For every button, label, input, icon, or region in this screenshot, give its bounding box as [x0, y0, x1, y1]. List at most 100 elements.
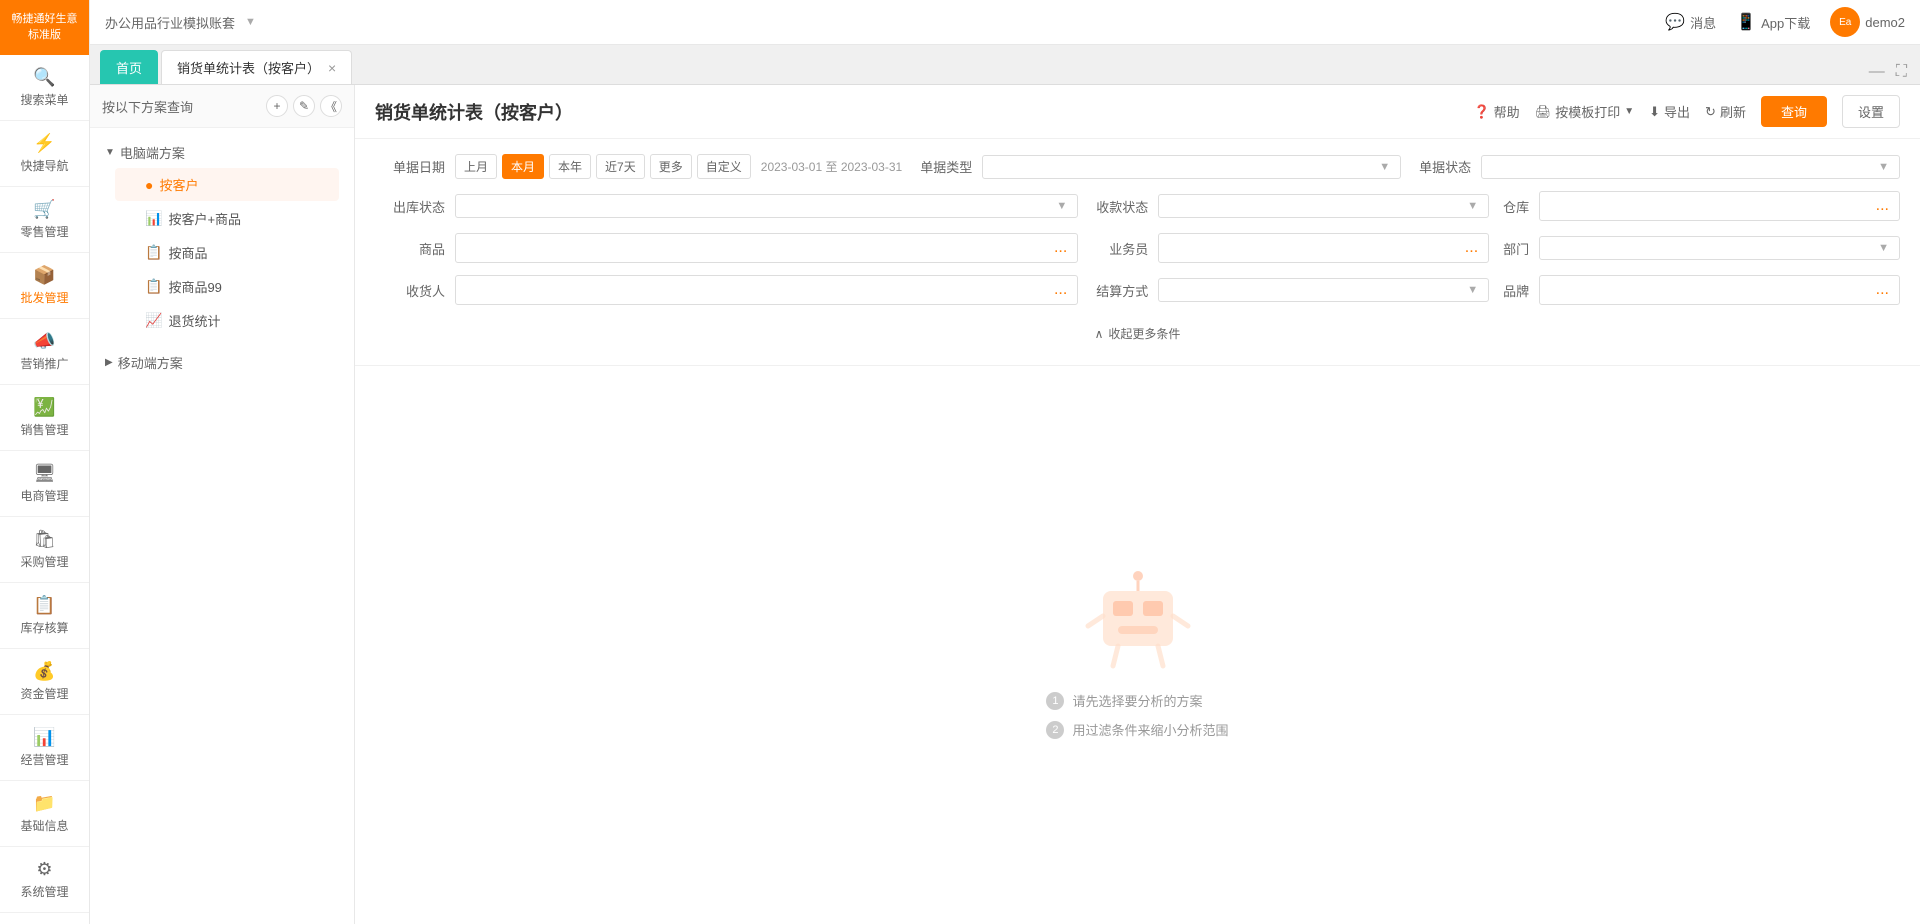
tip-2-text: 用过滤条件来缩小分析范围	[1072, 720, 1228, 739]
date-btn-this-year[interactable]: 本年	[549, 154, 591, 179]
tab-bar: 首页 销货单统计表（按客户） × — ⛶	[90, 45, 1920, 85]
product-dots[interactable]: ...	[1054, 239, 1067, 257]
out-status-dropdown-icon: ▼	[1056, 200, 1067, 212]
warehouse-select[interactable]: ...	[1539, 191, 1900, 221]
tree-item-return-stats[interactable]: 📈 退货统计	[115, 304, 339, 337]
settlement-label: 结算方式	[1088, 281, 1148, 300]
sidebar-item-retail[interactable]: 🛒 零售管理	[0, 187, 89, 253]
logo-text: 畅捷通好生意 标准版	[12, 12, 78, 43]
brand-select[interactable]: ...	[1539, 275, 1900, 305]
salesperson-select[interactable]: ...	[1158, 233, 1489, 263]
date-range-text: 2023-03-01 至 2023-03-31	[761, 158, 902, 175]
payment-status-label: 收款状态	[1088, 197, 1148, 216]
retail-icon: 🛒	[33, 199, 55, 220]
sidebar-item-basic[interactable]: 📁 基础信息	[0, 781, 89, 847]
tree-mobile-arrow-icon: ▶	[105, 357, 113, 368]
user-area[interactable]: Ea demo2	[1830, 7, 1905, 37]
tree-item-by-product[interactable]: 📋 按商品	[115, 236, 339, 269]
date-btn-last-month[interactable]: 上月	[455, 154, 497, 179]
tree-item-by-product-99[interactable]: 📋 按商品99	[115, 270, 339, 303]
basic-icon: 📁	[33, 793, 55, 814]
salesperson-dots[interactable]: ...	[1465, 239, 1478, 257]
sidebar-item-wholesale[interactable]: 📦 批发管理	[0, 253, 89, 319]
collapse-panel-btn[interactable]: 《	[320, 95, 342, 117]
salesperson-label: 业务员	[1088, 239, 1148, 258]
settlement-select[interactable]: ▼	[1158, 278, 1489, 302]
doc-type-label: 单据类型	[912, 157, 972, 176]
sidebar-item-enterprise[interactable]: 🤝 企业协同	[0, 913, 89, 924]
warehouse-dots[interactable]: ...	[1876, 197, 1889, 215]
sidebar-item-sales[interactable]: 💹 销售管理	[0, 385, 89, 451]
sidebar-item-finance[interactable]: 💰 资金管理	[0, 649, 89, 715]
date-btn-custom[interactable]: 自定义	[697, 154, 751, 179]
tree-mobile-label: 移动端方案	[118, 353, 183, 372]
consignee-select[interactable]: ...	[455, 275, 1078, 305]
tab-home-label: 首页	[116, 58, 142, 77]
sidebar-item-system[interactable]: ⚙ 系统管理	[0, 847, 89, 913]
sidebar-item-purchase[interactable]: 🛍 采购管理	[0, 517, 89, 583]
dropdown-icon[interactable]: ▼	[245, 16, 256, 28]
sidebar-item-inventory[interactable]: 📋 库存核算	[0, 583, 89, 649]
sidebar-item-label: 快捷导航	[20, 157, 68, 174]
department-select[interactable]: ▼	[1539, 236, 1900, 260]
sidebar-item-search[interactable]: 🔍 搜索菜单	[0, 55, 89, 121]
tab-minimize-btn[interactable]: —	[1866, 60, 1888, 84]
purchase-icon: 🛍	[33, 529, 56, 550]
payment-status-dropdown-icon: ▼	[1467, 200, 1478, 212]
help-btn[interactable]: ❓ 帮助	[1473, 102, 1519, 121]
filter-row-3: 商品 ... 业务员 ... 部门	[375, 233, 1900, 263]
page-actions: ❓ 帮助 🖨 按模板打印 ▼ ⬇ 导出 ↻ 刷新	[1473, 95, 1900, 128]
tree-item-label: 按客户+商品	[168, 209, 241, 228]
department-col: 部门 ▼	[1499, 236, 1900, 260]
sidebar-item-label: 系统管理	[20, 883, 68, 900]
industry-selector[interactable]: 办公用品行业模拟账套	[105, 13, 235, 32]
sidebar-item-ecommerce[interactable]: 🖥 电商管理	[0, 451, 89, 517]
sidebar-item-label: 电商管理	[20, 487, 68, 504]
product-select[interactable]: ...	[455, 233, 1078, 263]
out-status-select[interactable]: ▼	[455, 194, 1078, 218]
customer-product-icon: 📊	[145, 210, 162, 227]
tab-home[interactable]: 首页	[100, 50, 158, 84]
app-download-btn[interactable]: 📱 App下载	[1736, 12, 1810, 32]
date-btn-more[interactable]: 更多	[650, 154, 692, 179]
page-header: 销货单统计表（按客户） ❓ 帮助 🖨 按模板打印 ▼ ⬇ 导出	[355, 85, 1920, 139]
tree-item-label: 退货统计	[168, 311, 220, 330]
query-button[interactable]: 查询	[1761, 96, 1827, 127]
date-btn-7days[interactable]: 近7天	[596, 154, 645, 179]
tab-maximize-btn[interactable]: ⛶	[1893, 60, 1910, 84]
date-btn-this-month[interactable]: 本月	[502, 154, 544, 179]
wholesale-icon: 📦	[33, 265, 55, 286]
export-btn[interactable]: ⬇ 导出	[1649, 102, 1690, 121]
tree-desktop-group-header[interactable]: ▼ 电脑端方案	[100, 138, 344, 167]
sidebar-nav: 🔍 搜索菜单 ⚡ 快捷导航 🛒 零售管理 📦 批发管理 📣 营销推广 💹 销售管…	[0, 55, 89, 924]
quick-icon: ⚡	[33, 133, 55, 154]
doc-type-col: 单据类型 ▼	[912, 155, 1401, 179]
print-dropdown-icon: ▼	[1624, 106, 1634, 117]
salesperson-col: 业务员 ...	[1088, 233, 1489, 263]
payment-status-select[interactable]: ▼	[1158, 194, 1489, 218]
collapse-bar[interactable]: ∧ 收起更多条件	[375, 317, 1900, 350]
tab-close-icon[interactable]: ×	[328, 60, 336, 76]
add-scheme-btn[interactable]: +	[266, 95, 288, 117]
message-btn[interactable]: 💬 消息	[1665, 12, 1716, 32]
main-area: 办公用品行业模拟账套 ▼ 💬 消息 📱 App下载 Ea demo2 首页	[90, 0, 1920, 924]
brand-dots[interactable]: ...	[1876, 281, 1889, 299]
sidebar-item-quick-nav[interactable]: ⚡ 快捷导航	[0, 121, 89, 187]
tree-item-by-customer-product[interactable]: 📊 按客户+商品	[115, 202, 339, 235]
doc-type-select[interactable]: ▼	[982, 155, 1401, 179]
tree-item-by-customer[interactable]: ● 按客户	[115, 168, 339, 201]
filter-row-1: 单据日期 上月 本月 本年 近7天 更多 自定义 2023-03-01 至 20…	[375, 154, 1900, 179]
edit-scheme-btn[interactable]: ✎	[293, 95, 315, 117]
sidebar-item-marketing[interactable]: 📣 营销推广	[0, 319, 89, 385]
left-panel: 按以下方案查询 + ✎ 《 ▼ 电脑端方案 ● 按客户	[90, 85, 355, 924]
doc-status-select[interactable]: ▼	[1481, 155, 1900, 179]
sidebar-item-label: 库存核算	[20, 619, 68, 636]
tree-mobile-group-header[interactable]: ▶ 移动端方案	[100, 348, 344, 377]
refresh-btn[interactable]: ↻ 刷新	[1705, 102, 1746, 121]
settings-button[interactable]: 设置	[1842, 95, 1900, 128]
finance-icon: 💰	[33, 661, 55, 682]
print-btn[interactable]: 🖨 按模板打印 ▼	[1535, 102, 1634, 121]
consignee-dots[interactable]: ...	[1054, 281, 1067, 299]
sidebar-item-operations[interactable]: 📊 经营管理	[0, 715, 89, 781]
tab-sales-stats[interactable]: 销货单统计表（按客户） ×	[161, 50, 352, 84]
